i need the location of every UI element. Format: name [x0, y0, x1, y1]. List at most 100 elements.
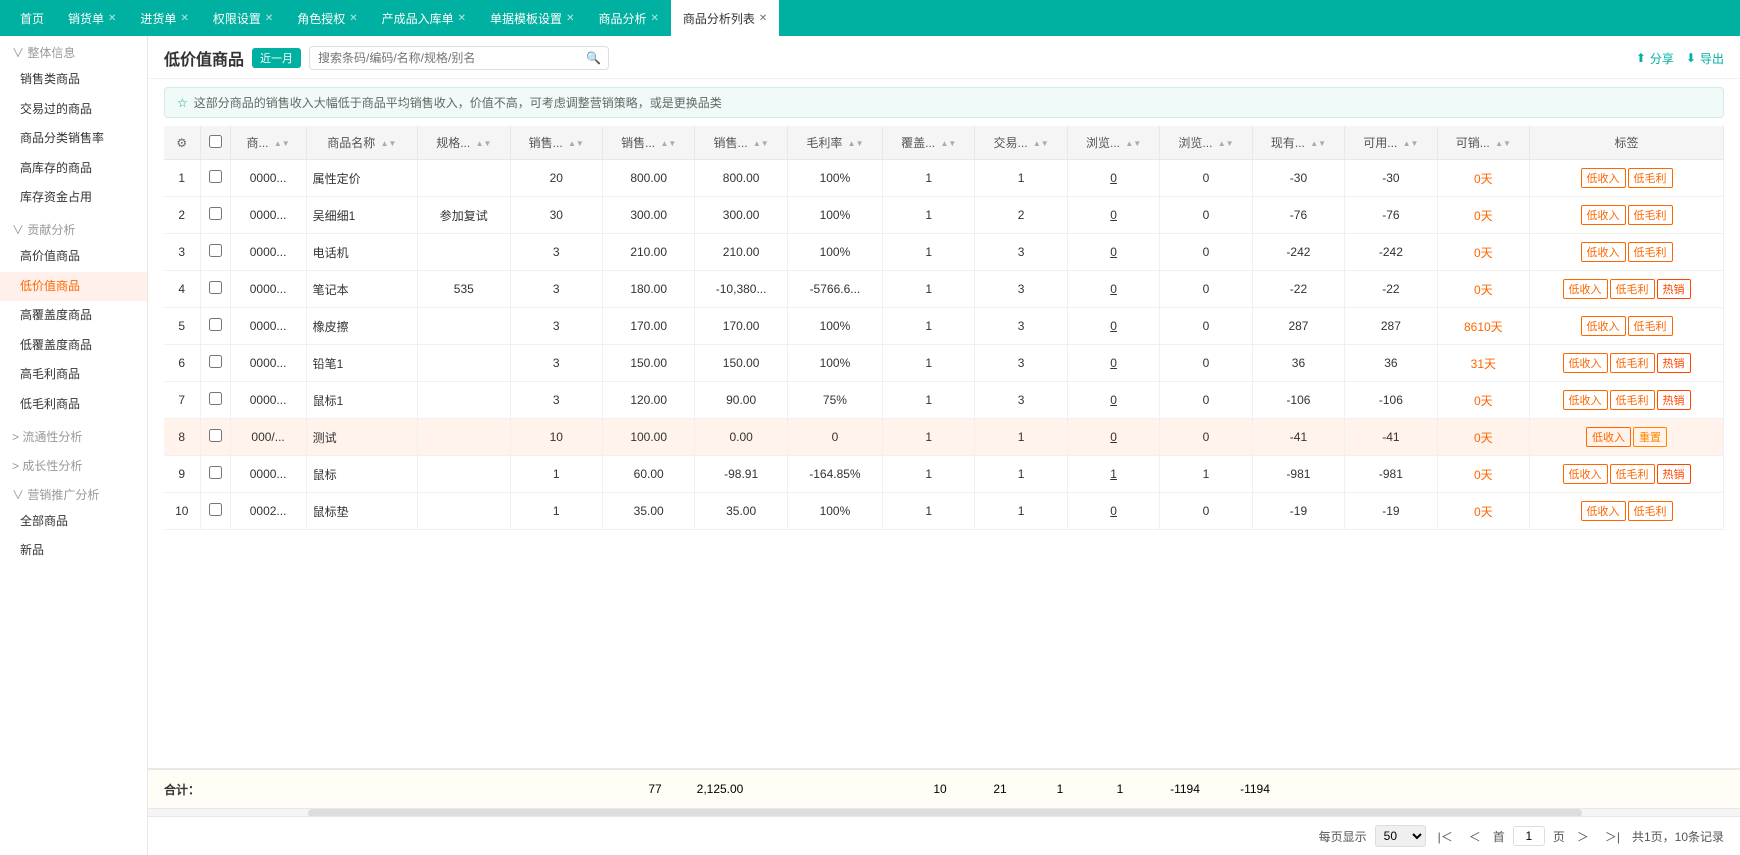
row-checkbox-cell[interactable]: [200, 308, 230, 345]
col-view2-header[interactable]: 浏览... ▲▼: [1160, 126, 1252, 160]
nav-close-product-entry[interactable]: ✕: [458, 13, 466, 24]
row-checkbox-cell[interactable]: [200, 197, 230, 234]
nav-roles[interactable]: 角色授权 ✕: [285, 0, 369, 36]
row-view1[interactable]: 0: [1067, 234, 1159, 271]
nav-goods-analysis[interactable]: 商品分析 ✕: [586, 0, 670, 36]
nav-close-goods-list[interactable]: ✕: [759, 13, 767, 24]
nav-home[interactable]: 首页: [8, 0, 56, 36]
sidebar-item-low-value[interactable]: 低价值商品: [0, 272, 147, 302]
sidebar-item-sales-goods[interactable]: 销售类商品: [0, 65, 147, 95]
first-page-btn[interactable]: |＜: [1434, 826, 1457, 847]
select-all-checkbox[interactable]: [209, 135, 222, 148]
sidebar-item-high-value[interactable]: 高价值商品: [0, 242, 147, 272]
row-checkbox[interactable]: [209, 503, 222, 516]
prev-page-btn[interactable]: ＜: [1465, 826, 1485, 847]
row-checkbox[interactable]: [209, 392, 222, 405]
col-view1-header[interactable]: 浏览... ▲▼: [1067, 126, 1159, 160]
row-checkbox-cell[interactable]: [200, 382, 230, 419]
nav-permissions[interactable]: 权限设置 ✕: [201, 0, 285, 36]
tag: 低毛利: [1628, 242, 1673, 262]
row-view1[interactable]: 0: [1067, 160, 1159, 197]
row-checkbox-cell[interactable]: [200, 419, 230, 456]
sidebar-item-traded-goods[interactable]: 交易过的商品: [0, 95, 147, 125]
nav-template[interactable]: 单据模板设置 ✕: [478, 0, 586, 36]
row-checkbox[interactable]: [209, 466, 222, 479]
row-checkbox-cell[interactable]: [200, 345, 230, 382]
col-margin-header[interactable]: 毛利率 ▲▼: [787, 126, 882, 160]
tag: 低收入: [1586, 427, 1631, 447]
sidebar-item-low-margin[interactable]: 低毛利商品: [0, 390, 147, 420]
page-number-input[interactable]: [1513, 826, 1545, 846]
row-checkbox-cell[interactable]: [200, 456, 230, 493]
nav-close-goods-analysis[interactable]: ✕: [650, 13, 658, 24]
row-checkbox-cell[interactable]: [200, 234, 230, 271]
search-input[interactable]: [309, 46, 609, 70]
data-table: ⚙ 商... ▲▼ 商品名称 ▲▼ 规格... ▲▼ 销售... ▲▼ 销售..…: [164, 126, 1724, 530]
col-coverage-header[interactable]: 覆盖... ▲▼: [882, 126, 974, 160]
table-container[interactable]: ⚙ 商... ▲▼ 商品名称 ▲▼ 规格... ▲▼ 销售... ▲▼ 销售..…: [148, 126, 1740, 768]
row-view1[interactable]: 1: [1067, 456, 1159, 493]
search-icon[interactable]: 🔍: [586, 51, 601, 65]
row-checkbox[interactable]: [209, 318, 222, 331]
col-code-header[interactable]: 商... ▲▼: [230, 126, 306, 160]
row-view1[interactable]: 0: [1067, 271, 1159, 308]
row-view1[interactable]: 0: [1067, 308, 1159, 345]
col-sales2-header[interactable]: 销售... ▲▼: [602, 126, 694, 160]
nav-sales[interactable]: 销货单 ✕: [56, 0, 128, 36]
sidebar-group-growth[interactable]: > 成长性分析: [0, 449, 147, 478]
sidebar-item-new-goods[interactable]: 新品: [0, 536, 147, 566]
export-button[interactable]: ⬇ 导出: [1686, 50, 1724, 67]
col-stock2-header[interactable]: 可用... ▲▼: [1345, 126, 1437, 160]
sidebar-item-high-inventory[interactable]: 高库存的商品: [0, 154, 147, 184]
col-sales1-header[interactable]: 销售... ▲▼: [510, 126, 602, 160]
row-checkbox-cell[interactable]: [200, 493, 230, 530]
row-checkbox[interactable]: [209, 355, 222, 368]
nav-purchase[interactable]: 进货单 ✕: [128, 0, 200, 36]
col-stock3-header[interactable]: 可销... ▲▼: [1437, 126, 1529, 160]
row-checkbox-cell[interactable]: [200, 271, 230, 308]
row-view1[interactable]: 0: [1067, 419, 1159, 456]
page-size-select[interactable]: 50 100 200: [1375, 825, 1426, 847]
row-view1[interactable]: 0: [1067, 197, 1159, 234]
col-stock1-header[interactable]: 现有... ▲▼: [1252, 126, 1344, 160]
sidebar-item-inventory-capital[interactable]: 库存资金占用: [0, 183, 147, 213]
row-checkbox[interactable]: [209, 207, 222, 220]
col-name-header[interactable]: 商品名称 ▲▼: [306, 126, 417, 160]
nav-close-roles[interactable]: ✕: [349, 13, 357, 24]
nav-close-purchase[interactable]: ✕: [180, 13, 188, 24]
row-view1[interactable]: 0: [1067, 382, 1159, 419]
sidebar-item-high-margin[interactable]: 高毛利商品: [0, 360, 147, 390]
time-badge[interactable]: 近一月: [252, 48, 301, 68]
sidebar-group-liquidity[interactable]: > 流通性分析: [0, 420, 147, 449]
row-checkbox[interactable]: [209, 170, 222, 183]
row-checkbox[interactable]: [209, 244, 222, 257]
share-button[interactable]: ⬆ 分享: [1636, 50, 1674, 67]
row-view1[interactable]: 0: [1067, 493, 1159, 530]
nav-goods-list[interactable]: 商品分析列表 ✕: [671, 0, 779, 36]
sidebar-item-high-coverage[interactable]: 高覆盖度商品: [0, 301, 147, 331]
tag: 低毛利: [1628, 316, 1673, 336]
row-no: 1: [164, 160, 200, 197]
nav-close-template[interactable]: ✕: [566, 13, 574, 24]
sidebar-item-all-goods[interactable]: 全部商品: [0, 507, 147, 537]
row-checkbox[interactable]: [209, 429, 222, 442]
row-checkbox[interactable]: [209, 281, 222, 294]
table-row: 1 0000... 属性定价 20 800.00 800.00 100% 1 1…: [164, 160, 1724, 197]
nav-close-permissions[interactable]: ✕: [265, 13, 273, 24]
col-spec-header[interactable]: 规格... ▲▼: [418, 126, 510, 160]
settings-col-header[interactable]: ⚙: [164, 126, 200, 160]
checkbox-col-header[interactable]: [200, 126, 230, 160]
nav-product-entry[interactable]: 产成品入库单 ✕: [370, 0, 478, 36]
col-trade-header[interactable]: 交易... ▲▼: [975, 126, 1067, 160]
row-view1[interactable]: 0: [1067, 345, 1159, 382]
tag: 热销: [1657, 464, 1691, 484]
sidebar-item-low-coverage[interactable]: 低覆盖度商品: [0, 331, 147, 361]
footer-totals: 合计： 77 2,125.00 10 21 1 1 -1194 -1194: [148, 768, 1740, 808]
sidebar-item-category-sales[interactable]: 商品分类销售率: [0, 124, 147, 154]
last-page-btn[interactable]: ＞|: [1601, 826, 1624, 847]
col-sales3-header[interactable]: 销售... ▲▼: [695, 126, 787, 160]
tag: 低收入: [1563, 464, 1608, 484]
nav-close-sales[interactable]: ✕: [108, 13, 116, 24]
next-page-btn[interactable]: ＞: [1573, 826, 1593, 847]
row-checkbox-cell[interactable]: [200, 160, 230, 197]
